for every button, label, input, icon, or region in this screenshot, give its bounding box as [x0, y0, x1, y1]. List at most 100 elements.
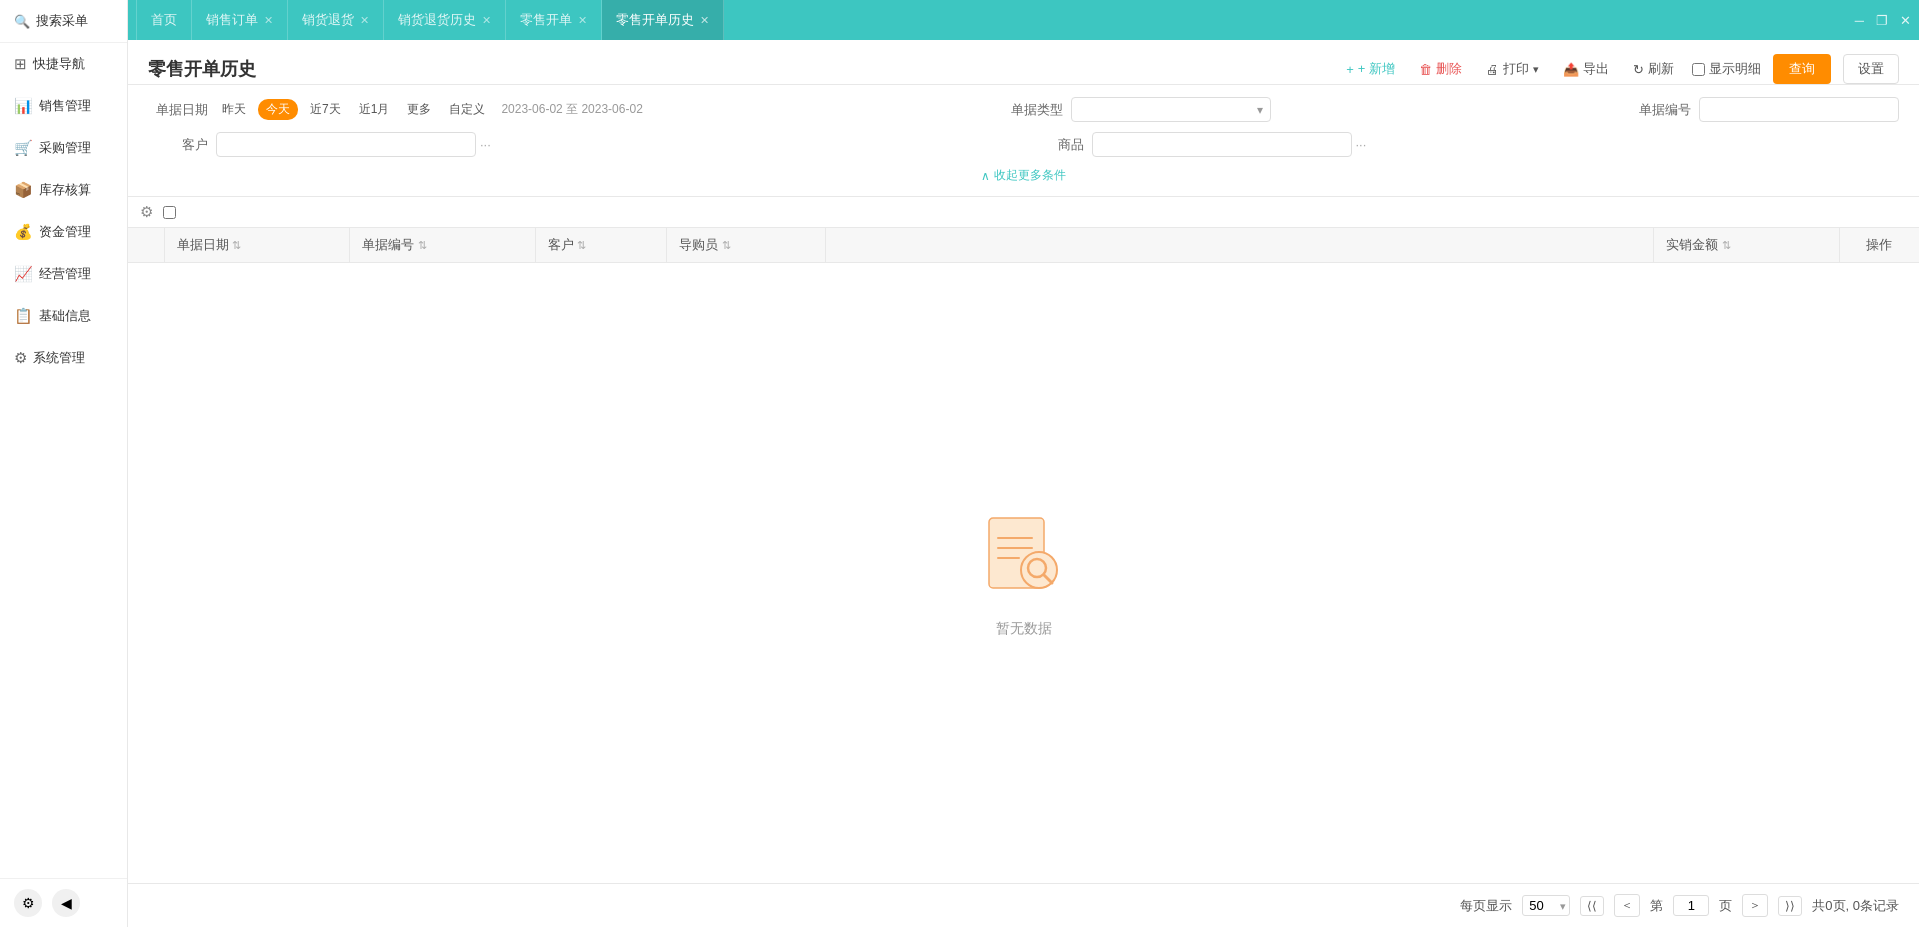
- prev-page-button[interactable]: ＜: [1614, 894, 1640, 917]
- date-btn-7days[interactable]: 近7天: [304, 99, 347, 120]
- th-amount-label: 实销金额: [1666, 237, 1718, 252]
- close-window-icon[interactable]: ✕: [1900, 13, 1911, 28]
- sys-mgmt-icon: ⚙: [14, 349, 27, 367]
- refresh-button[interactable]: ↻ 刷新: [1627, 56, 1680, 82]
- close-sales-return-history-icon[interactable]: ✕: [482, 14, 491, 27]
- table-column-settings-icon[interactable]: ⚙: [140, 203, 153, 221]
- th-checkbox: [128, 228, 164, 263]
- select-all-checkbox[interactable]: [163, 206, 176, 219]
- print-label: 打印: [1503, 60, 1529, 78]
- th-no[interactable]: 单据编号 ⇅: [350, 228, 536, 263]
- inventory-icon: 📦: [14, 181, 33, 199]
- customer-input[interactable]: [216, 132, 476, 157]
- page-label-prefix: 第: [1650, 897, 1663, 915]
- tab-home-label: 首页: [151, 11, 177, 29]
- collapse-filter-button[interactable]: ∧ 收起更多条件: [148, 167, 1899, 184]
- pagination: 每页显示 10 20 50 100 ⟨⟨ ＜ 第 页 ＞ ⟩⟩ 共0页, 0条记…: [128, 883, 1919, 927]
- sidebar-item-sales-mgmt[interactable]: 📊 销售管理: [0, 85, 127, 127]
- sidebar-item-label: 库存核算: [39, 181, 91, 199]
- ops-mgmt-icon: 📈: [14, 265, 33, 283]
- filter-row-date: 单据日期 昨天 今天 近7天 近1月 更多 自定义 2023-06-02 至 2…: [148, 97, 1899, 122]
- display-detail-checkbox-label[interactable]: 显示明细: [1692, 60, 1761, 78]
- th-customer-label: 客户: [548, 237, 574, 252]
- goods-dots[interactable]: ···: [1356, 137, 1367, 152]
- tab-sales-order[interactable]: 销售订单 ✕: [192, 0, 288, 40]
- page-size-select[interactable]: 10 20 50 100: [1522, 895, 1570, 916]
- delete-button[interactable]: 🗑 删除: [1413, 56, 1468, 82]
- next-page-button[interactable]: ＞: [1742, 894, 1768, 917]
- doc-no-filter-label: 单据编号: [1631, 101, 1691, 119]
- tab-sales-return-history[interactable]: 销货退货历史 ✕: [384, 0, 506, 40]
- add-label: + 新增: [1358, 60, 1395, 78]
- filter-row-customer: 客户 ··· 商品 ···: [148, 132, 1899, 157]
- sidebar-item-label: 经营管理: [39, 265, 91, 283]
- sidebar-search-label: 搜索采单: [36, 12, 88, 30]
- date-filter-label: 单据日期: [148, 101, 208, 119]
- th-empty: [825, 228, 1653, 263]
- sidebar-item-purchase-mgmt[interactable]: 🛒 采购管理: [0, 127, 127, 169]
- refresh-icon: ↻: [1633, 62, 1644, 77]
- empty-illustration: [974, 508, 1074, 608]
- close-retail-open-icon[interactable]: ✕: [578, 14, 587, 27]
- sidebar-item-label: 基础信息: [39, 307, 91, 325]
- date-btn-1month[interactable]: 近1月: [353, 99, 396, 120]
- last-page-button[interactable]: ⟩⟩: [1778, 896, 1802, 916]
- finance-icon: 💰: [14, 223, 33, 241]
- sidebar-item-sys-mgmt[interactable]: ⚙ 系统管理: [0, 337, 127, 379]
- add-icon: +: [1346, 62, 1354, 77]
- tab-sales-return[interactable]: 销货退货 ✕: [288, 0, 384, 40]
- sort-customer-icon: ⇅: [577, 239, 586, 251]
- collapse-sidebar-icon[interactable]: ◀: [52, 889, 80, 917]
- sidebar-item-label: 快捷导航: [33, 55, 85, 73]
- close-sales-order-icon[interactable]: ✕: [264, 14, 273, 27]
- date-btn-more[interactable]: 更多: [401, 99, 437, 120]
- sidebar-item-ops-mgmt[interactable]: 📈 经营管理: [0, 253, 127, 295]
- topnav: 首页 销售订单 ✕ 销货退货 ✕ 销货退货历史 ✕ 零售开单 ✕ 零售开单历史 …: [128, 0, 1919, 40]
- sidebar-item-label: 采购管理: [39, 139, 91, 157]
- doc-no-input[interactable]: [1699, 97, 1899, 122]
- sales-mgmt-icon: 📊: [14, 97, 33, 115]
- sidebar-search[interactable]: 🔍 搜索采单: [0, 0, 127, 43]
- th-salesperson[interactable]: 导购员 ⇅: [667, 228, 826, 263]
- date-btn-today[interactable]: 今天: [258, 99, 298, 120]
- export-icon: 📤: [1563, 62, 1579, 77]
- print-button[interactable]: 🖨 打印 ▾: [1480, 56, 1545, 82]
- close-sales-return-icon[interactable]: ✕: [360, 14, 369, 27]
- tab-retail-open-history[interactable]: 零售开单历史 ✕: [602, 0, 724, 40]
- sidebar-item-finance[interactable]: 💰 资金管理: [0, 211, 127, 253]
- empty-text: 暂无数据: [996, 620, 1052, 638]
- minimize-icon[interactable]: ─: [1855, 13, 1864, 28]
- sort-date-icon: ⇅: [232, 239, 241, 251]
- add-button[interactable]: + + 新增: [1340, 56, 1401, 82]
- sidebar-item-basic-info[interactable]: 📋 基础信息: [0, 295, 127, 337]
- th-amount[interactable]: 实销金额 ⇅: [1653, 228, 1839, 263]
- goods-input[interactable]: [1092, 132, 1352, 157]
- display-detail-checkbox[interactable]: [1692, 63, 1705, 76]
- query-button[interactable]: 查询: [1773, 54, 1831, 84]
- topnav-right: ─ ❐ ✕: [1855, 13, 1911, 28]
- first-page-button[interactable]: ⟨⟨: [1580, 896, 1604, 916]
- sidebar-item-quick-nav[interactable]: ⊞ 快捷导航: [0, 43, 127, 85]
- close-retail-open-history-icon[interactable]: ✕: [700, 14, 709, 27]
- th-date[interactable]: 单据日期 ⇅: [164, 228, 350, 263]
- table-header: 单据日期 ⇅ 单据编号 ⇅ 客户 ⇅ 导购员 ⇅: [128, 228, 1919, 263]
- setting-button[interactable]: 设置: [1843, 54, 1899, 84]
- th-customer[interactable]: 客户 ⇅: [535, 228, 667, 263]
- sidebar-item-inventory[interactable]: 📦 库存核算: [0, 169, 127, 211]
- sort-salesperson-icon: ⇅: [722, 239, 731, 251]
- tab-retail-open[interactable]: 零售开单 ✕: [506, 0, 602, 40]
- current-page-input[interactable]: [1673, 895, 1709, 916]
- display-detail-label: 显示明细: [1709, 60, 1761, 78]
- customer-dots[interactable]: ···: [480, 137, 491, 152]
- date-btn-custom[interactable]: 自定义: [443, 99, 491, 120]
- date-btn-yesterday[interactable]: 昨天: [216, 99, 252, 120]
- settings-gear-icon[interactable]: ⚙: [14, 889, 42, 917]
- export-button[interactable]: 📤 导出: [1557, 56, 1615, 82]
- tab-home[interactable]: 首页: [136, 0, 192, 40]
- restore-icon[interactable]: ❐: [1876, 13, 1888, 28]
- sort-amount-icon: ⇅: [1722, 239, 1731, 251]
- collapse-label: 收起更多条件: [994, 167, 1066, 184]
- doc-type-select-wrap: [1071, 97, 1271, 122]
- doc-type-select[interactable]: [1071, 97, 1271, 122]
- th-ops: 操作: [1839, 228, 1919, 263]
